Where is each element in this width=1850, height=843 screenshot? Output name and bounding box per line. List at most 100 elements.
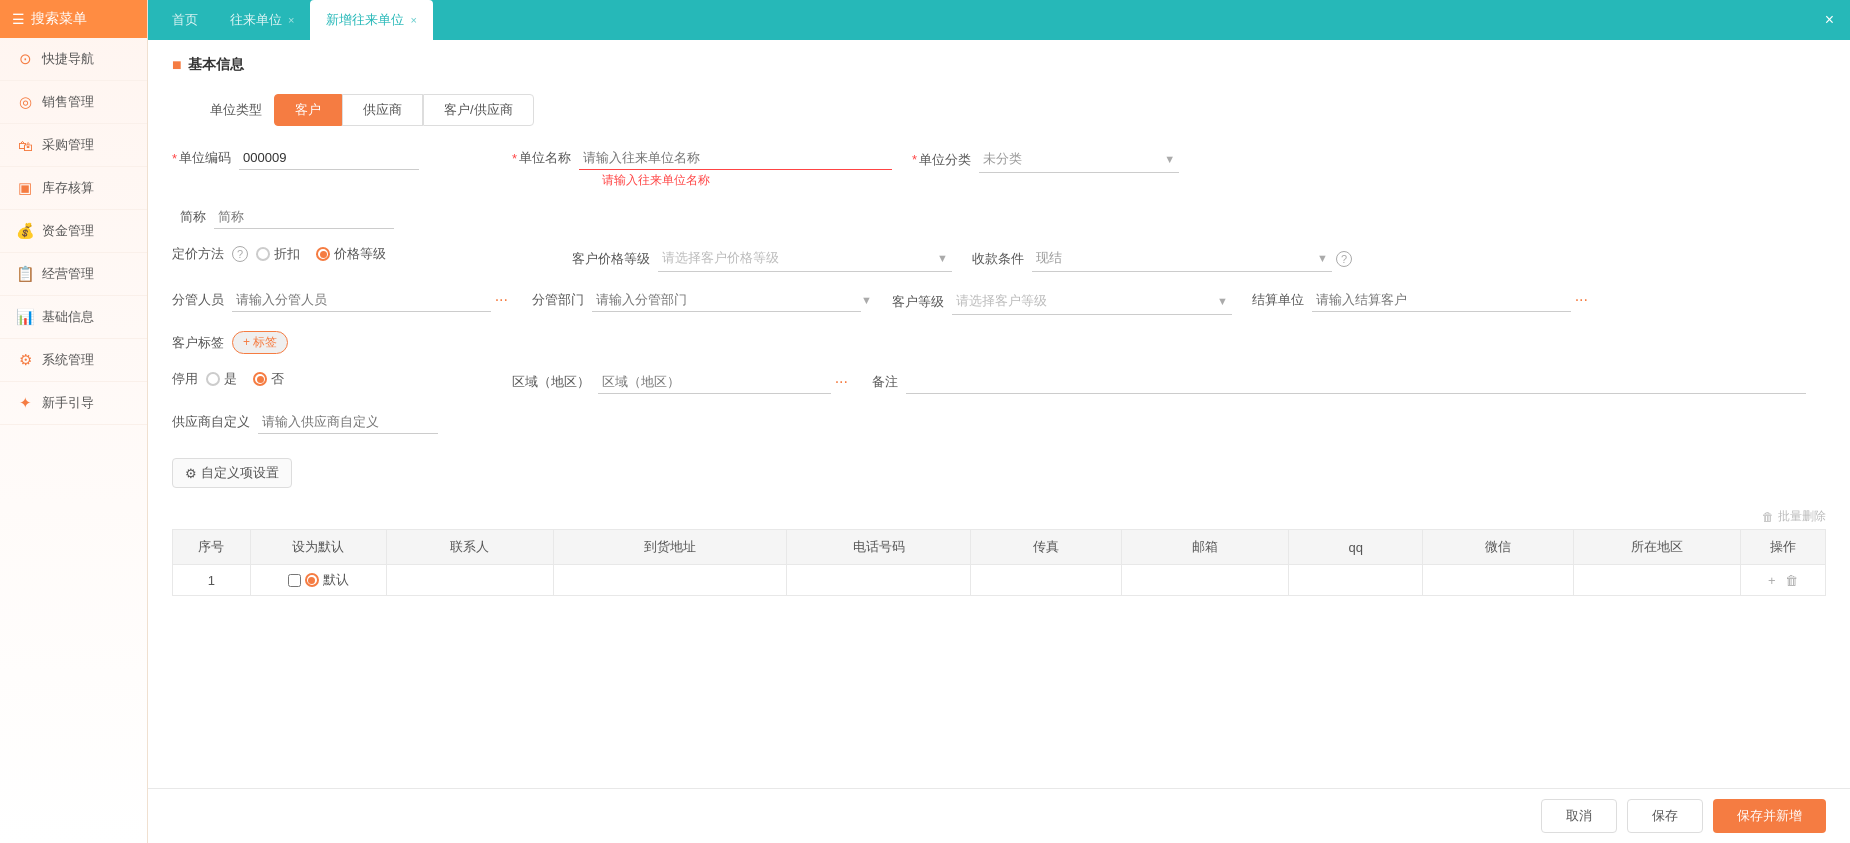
basic-icon: 📊 — [16, 308, 34, 326]
save-new-button[interactable]: 保存并新增 — [1713, 799, 1826, 833]
manager-field: 分管人员 ··· — [172, 288, 512, 312]
qq-input[interactable] — [1326, 573, 1386, 588]
sidebar-item-purchase[interactable]: 🛍 采购管理 — [0, 124, 147, 167]
pricing-level-radio — [316, 247, 330, 261]
cell-phone — [787, 565, 971, 596]
department-field: 分管部门 ▼ — [532, 288, 872, 312]
purchase-icon: 🛍 — [16, 136, 34, 154]
sidebar-item-guide[interactable]: ✦ 新手引导 — [0, 382, 147, 425]
region-label: 区域（地区） — [512, 373, 590, 391]
manager-input[interactable] — [232, 288, 491, 312]
btn-both[interactable]: 客户/供应商 — [423, 94, 534, 126]
payment-terms-value: 现结 — [1036, 249, 1317, 267]
disabled-yes-radio — [206, 372, 220, 386]
pricing-help-icon[interactable]: ? — [232, 246, 248, 262]
email-input[interactable] — [1165, 573, 1245, 588]
custom-settings-label: 自定义项设置 — [201, 464, 279, 482]
department-input[interactable] — [592, 288, 861, 312]
unit-category-field: * 单位分类 未分类 ▼ — [912, 146, 1262, 173]
window-close-button[interactable]: × — [1817, 11, 1842, 29]
pricing-discount-option[interactable]: 折扣 — [256, 245, 300, 263]
remark-input[interactable] — [906, 370, 1806, 394]
settlement-more-icon[interactable]: ··· — [1571, 291, 1592, 309]
pricing-field: 定价方法 ? 折扣 价格等级 — [172, 245, 552, 263]
chevron-down-icon: ▼ — [1164, 153, 1175, 165]
unit-name-required: * — [512, 151, 517, 166]
unit-category-select[interactable]: 未分类 ▼ — [979, 146, 1179, 173]
save-button[interactable]: 保存 — [1627, 799, 1703, 833]
payment-terms-select[interactable]: 现结 ▼ — [1032, 245, 1332, 272]
contacts-table: 序号 设为默认 联系人 到货地址 电话号码 传真 邮箱 qq 微信 所在地区 操… — [172, 529, 1826, 596]
row-checkbox[interactable] — [288, 574, 301, 587]
sidebar-item-label: 资金管理 — [42, 222, 94, 240]
cell-wechat — [1423, 565, 1574, 596]
wechat-input[interactable] — [1463, 573, 1533, 588]
pricing-level-option[interactable]: 价格等级 — [316, 245, 386, 263]
sidebar-item-operation[interactable]: 📋 经营管理 — [0, 253, 147, 296]
search-menu[interactable]: ☰ 搜索菜单 — [0, 0, 147, 38]
tab-partners-close[interactable]: × — [288, 14, 294, 26]
tab-add-partner[interactable]: 新增往来单位 × — [310, 0, 432, 40]
sidebar-item-inventory[interactable]: ▣ 库存核算 — [0, 167, 147, 210]
customer-level-select[interactable]: 请选择客户等级 ▼ — [952, 288, 1232, 315]
unit-category-value: 未分类 — [983, 150, 1164, 168]
unit-type-label: 单位类型 — [172, 101, 262, 119]
tag-label: 客户标签 — [172, 334, 224, 352]
address-input[interactable] — [610, 573, 730, 588]
short-name-label: 简称 — [180, 208, 206, 226]
settlement-input[interactable] — [1312, 288, 1571, 312]
disabled-no-option[interactable]: 否 — [253, 370, 284, 388]
finance-icon: 💰 — [16, 222, 34, 240]
tab-partners[interactable]: 往来单位 × — [214, 0, 310, 40]
short-name-input[interactable] — [214, 205, 394, 229]
department-arrow-icon: ▼ — [861, 294, 872, 306]
supplier-custom-input[interactable] — [258, 410, 438, 434]
payment-help-icon[interactable]: ? — [1336, 251, 1352, 267]
cell-email — [1121, 565, 1288, 596]
unit-name-input[interactable] — [579, 146, 892, 170]
cell-fax — [971, 565, 1122, 596]
region-input[interactable] — [598, 370, 831, 394]
contact-input[interactable] — [430, 573, 510, 588]
unit-name-error: 请输入往来单位名称 — [602, 172, 710, 189]
btn-supplier[interactable]: 供应商 — [342, 94, 423, 126]
default-radio-item[interactable]: 默认 — [305, 571, 349, 589]
add-row-icon[interactable]: + — [1768, 573, 1776, 588]
trash-icon: 🗑 — [1762, 510, 1774, 524]
delete-row-icon[interactable]: 🗑 — [1785, 573, 1798, 588]
gear-icon: ⚙ — [185, 466, 197, 481]
unit-name-wrapper — [579, 146, 892, 170]
region-table-input[interactable] — [1617, 573, 1697, 588]
tab-add-partner-label: 新增往来单位 — [326, 11, 404, 29]
sidebar-item-sales[interactable]: ◎ 销售管理 — [0, 81, 147, 124]
customer-price-select[interactable]: 请选择客户价格等级 ▼ — [658, 245, 952, 272]
payment-terms-field: 收款条件 现结 ▼ ? — [972, 245, 1352, 272]
sidebar-item-finance[interactable]: 💰 资金管理 — [0, 210, 147, 253]
cancel-button[interactable]: 取消 — [1541, 799, 1617, 833]
section-title: ■ 基本信息 — [172, 56, 1826, 74]
settlement-label: 结算单位 — [1252, 291, 1304, 309]
unit-code-input[interactable] — [239, 146, 419, 170]
btn-customer[interactable]: 客户 — [274, 94, 342, 126]
sidebar-item-system[interactable]: ⚙ 系统管理 — [0, 339, 147, 382]
tab-add-partner-close[interactable]: × — [410, 14, 416, 26]
disabled-field: 停用 是 否 — [172, 370, 492, 388]
search-menu-label: 搜索菜单 — [31, 10, 87, 28]
disabled-yes-label: 是 — [224, 370, 237, 388]
sidebar-item-quick-nav[interactable]: ⊙ 快捷导航 — [0, 38, 147, 81]
customer-price-placeholder: 请选择客户价格等级 — [662, 249, 937, 267]
default-radio — [305, 573, 319, 587]
sidebar-item-basic[interactable]: 📊 基础信息 — [0, 296, 147, 339]
add-tag-button[interactable]: + 标签 — [232, 331, 288, 354]
unit-category-label: 单位分类 — [919, 151, 971, 169]
region-more-icon[interactable]: ··· — [831, 373, 852, 391]
tab-home[interactable]: 首页 — [156, 0, 214, 40]
custom-settings-button[interactable]: ⚙ 自定义项设置 — [172, 458, 292, 488]
disabled-yes-option[interactable]: 是 — [206, 370, 237, 388]
fax-input[interactable] — [1011, 573, 1081, 588]
tab-bar: 首页 往来单位 × 新增往来单位 × × — [148, 0, 1850, 40]
phone-input[interactable] — [834, 573, 924, 588]
batch-delete-row: 🗑 批量删除 — [172, 508, 1826, 525]
manager-more-icon[interactable]: ··· — [491, 291, 512, 309]
search-icon: ☰ — [12, 11, 25, 27]
